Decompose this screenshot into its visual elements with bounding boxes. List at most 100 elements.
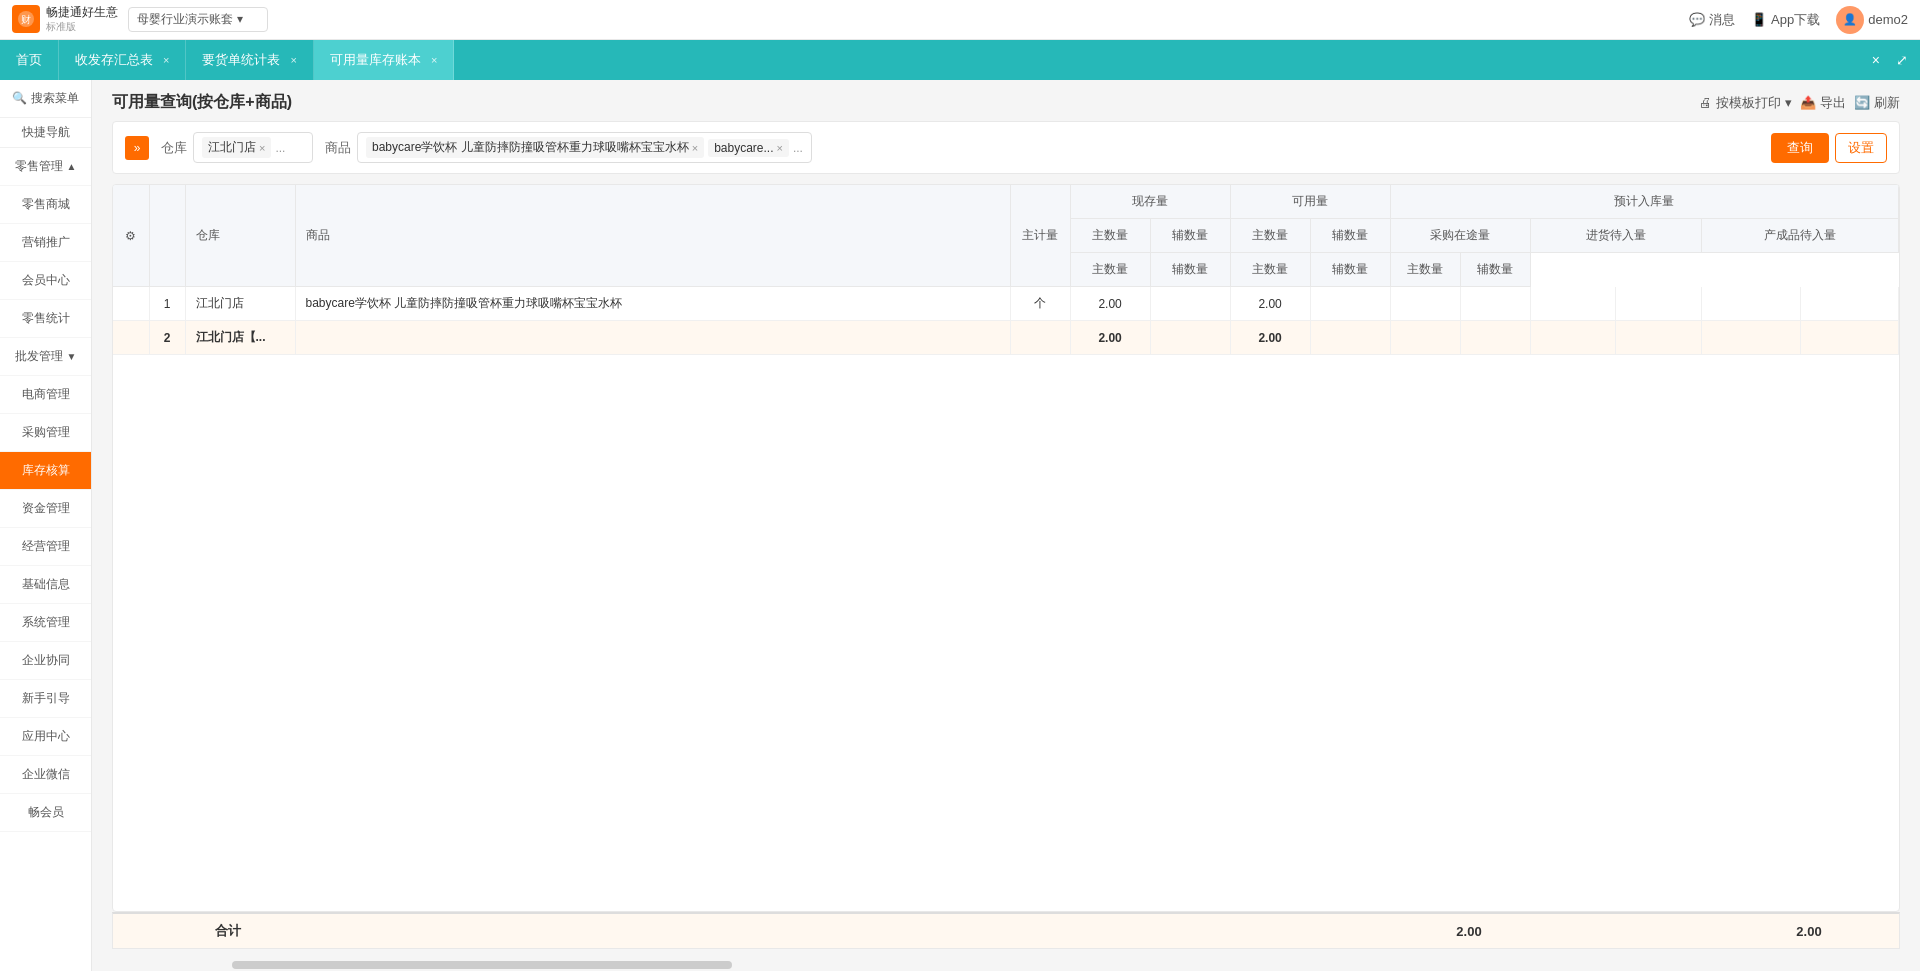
refresh-button[interactable]: 🔄 刷新 <box>1854 94 1900 112</box>
row1-no: 1 <box>149 287 185 321</box>
sidebar-new-guide-label: 新手引导 <box>22 690 70 707</box>
subtotal-purchase-aux <box>1460 321 1530 355</box>
industry-selector[interactable]: 母婴行业演示账套 ▾ <box>128 7 268 32</box>
subtotal-available-aux <box>1310 321 1390 355</box>
sidebar-item-retail-stats[interactable]: 零售统计 <box>0 300 91 338</box>
export-button[interactable]: 📤 导出 <box>1800 94 1846 112</box>
sidebar-item-inventory-check[interactable]: 库存核算 <box>0 452 91 490</box>
sidebar-item-retail-mall[interactable]: 零售商城 <box>0 186 91 224</box>
sidebar-item-finance-mgmt[interactable]: 资金管理 <box>0 490 91 528</box>
sidebar-retail-mgmt-arrow: ▲ <box>67 161 77 172</box>
tab-close-all-button[interactable]: × <box>1868 48 1884 72</box>
th-available-group: 可用量 <box>1230 185 1390 219</box>
setting-button[interactable]: 设置 <box>1835 133 1887 163</box>
subtotal-product-main <box>1702 321 1800 355</box>
subtotal-goods-main <box>1530 321 1616 355</box>
user-profile[interactable]: 👤 demo2 <box>1836 6 1908 34</box>
subtotal-product <box>295 321 1010 355</box>
sidebar: 🔍 搜索菜单 快捷导航 零售管理 ▲ 零售商城 营销推广 会员中心 零售统计 批… <box>0 80 92 971</box>
product-more-button[interactable]: ... <box>793 141 803 155</box>
sidebar-item-marketing[interactable]: 营销推广 <box>0 224 91 262</box>
tab-receipt-summary-close[interactable]: × <box>163 54 169 66</box>
tab-expand-button[interactable]: ⤢ <box>1892 48 1912 72</box>
query-button[interactable]: 查询 <box>1771 133 1829 163</box>
sidebar-item-app-center[interactable]: 应用中心 <box>0 718 91 756</box>
product-tag-close[interactable]: × <box>692 142 698 154</box>
warehouse-tag-close[interactable]: × <box>259 142 265 154</box>
row1-gear <box>113 287 149 321</box>
table-footer: 合计 2.00 2.00 <box>112 912 1900 949</box>
printer-icon: 🖨 <box>1699 95 1712 110</box>
logo-icon: 财 <box>12 5 40 33</box>
tab-home-label: 首页 <box>16 51 42 69</box>
product-tag: babycare学饮杯 儿童防摔防撞吸管杯重力球吸嘴杯宝宝水杯 × <box>366 137 704 158</box>
th-product: 商品 <box>295 185 1010 287</box>
sidebar-item-member[interactable]: 畅会员 <box>0 794 91 832</box>
product-tag2: babycare... × <box>708 139 789 157</box>
tab-available-ledger-close[interactable]: × <box>431 54 437 66</box>
product-tag2-close[interactable]: × <box>777 142 783 154</box>
sidebar-item-enterprise-wechat[interactable]: 企业微信 <box>0 756 91 794</box>
th-purchase-main: 主数量 <box>1070 253 1150 287</box>
sidebar-item-purchase-mgmt[interactable]: 采购管理 <box>0 414 91 452</box>
filter-bar: » 仓库 江北门店 × ... 商品 babycare学饮杯 儿童防摔防撞吸管杯… <box>112 121 1900 174</box>
app-download-button[interactable]: 📱 App下载 <box>1751 11 1820 29</box>
sidebar-search[interactable]: 🔍 搜索菜单 <box>0 80 91 118</box>
sidebar-ecommerce-label: 电商管理 <box>22 386 70 403</box>
sidebar-item-enterprise-collab[interactable]: 企业协同 <box>0 642 91 680</box>
message-button[interactable]: 💬 消息 <box>1689 11 1735 29</box>
industry-label: 母婴行业演示账套 <box>137 11 233 28</box>
th-purchase-aux: 辅数量 <box>1150 253 1230 287</box>
sidebar-item-ecommerce-mgmt[interactable]: 电商管理 <box>0 376 91 414</box>
product-filter-input[interactable]: babycare学饮杯 儿童防摔防撞吸管杯重力球吸嘴杯宝宝水杯 × babyca… <box>357 132 812 163</box>
page-header: 可用量查询(按仓库+商品) 🖨 按模板打印 ▾ 📤 导出 🔄 刷新 <box>92 80 1920 121</box>
product-tag2-value: babycare... <box>714 141 773 155</box>
sidebar-item-wholesale-mgmt[interactable]: 批发管理 ▼ <box>0 338 91 376</box>
tab-nav: 首页 收发存汇总表 × 要货单统计表 × 可用量库存账本 × × ⤢ <box>0 40 1920 80</box>
sidebar-item-retail-mgmt[interactable]: 零售管理 ▲ <box>0 148 91 186</box>
tab-receipt-summary[interactable]: 收发存汇总表 × <box>59 40 186 80</box>
table-container[interactable]: ⚙ 仓库 商品 主计量 现存量 可用量 预计入库量 主数量 辅数量 主数量 辅数… <box>112 184 1900 912</box>
th-stock-group: 现存量 <box>1070 185 1230 219</box>
sidebar-item-system-mgmt[interactable]: 系统管理 <box>0 604 91 642</box>
logo-text-block: 畅捷通好生意 标准版 <box>46 5 118 33</box>
sidebar-purchase-label: 采购管理 <box>22 424 70 441</box>
refresh-icon: 🔄 <box>1854 95 1870 110</box>
sidebar-enterprise-wechat-label: 企业微信 <box>22 766 70 783</box>
sidebar-quick-nav[interactable]: 快捷导航 <box>0 118 91 148</box>
tab-order-stats[interactable]: 要货单统计表 × <box>186 40 313 80</box>
filter-toggle-button[interactable]: » <box>125 136 149 160</box>
row1-warehouse: 江北门店 <box>185 287 295 321</box>
warehouse-filter-input[interactable]: 江北门店 × ... <box>193 132 313 163</box>
sidebar-item-member-center[interactable]: 会员中心 <box>0 262 91 300</box>
sidebar-wholesale-arrow: ▼ <box>67 351 77 362</box>
tab-nav-actions: × ⤢ <box>1868 48 1920 72</box>
th-stock-aux: 辅数量 <box>1150 219 1230 253</box>
sidebar-item-new-guide[interactable]: 新手引导 <box>0 680 91 718</box>
sidebar-member-label: 畅会员 <box>28 804 64 821</box>
total-stock-main: 2.00 <box>1209 924 1729 939</box>
sidebar-item-ops-mgmt[interactable]: 经营管理 <box>0 528 91 566</box>
th-warehouse: 仓库 <box>185 185 295 287</box>
refresh-label: 刷新 <box>1874 94 1900 112</box>
warehouse-more-button[interactable]: ... <box>275 141 285 155</box>
top-bar-right: 💬 消息 📱 App下载 👤 demo2 <box>1689 6 1908 34</box>
tab-order-stats-close[interactable]: × <box>290 54 296 66</box>
total-label: 合计 <box>215 922 241 940</box>
row1-available-main: 2.00 <box>1230 287 1310 321</box>
row1-goods-main <box>1530 287 1616 321</box>
tab-available-ledger[interactable]: 可用量库存账本 × <box>314 40 454 80</box>
logo-main-text: 畅捷通好生意 <box>46 5 118 19</box>
th-goods-aux: 辅数量 <box>1310 253 1390 287</box>
table-row: 1 江北门店 babycare学饮杯 儿童防摔防撞吸管杯重力球吸嘴杯宝宝水杯 个… <box>113 287 1899 321</box>
bottom-scroll-area[interactable] <box>112 959 1900 971</box>
sidebar-item-basic-info[interactable]: 基础信息 <box>0 566 91 604</box>
sidebar-quick-nav-label: 快捷导航 <box>22 125 70 139</box>
template-print-button[interactable]: 🖨 按模板打印 ▾ <box>1699 94 1792 112</box>
sidebar-basic-label: 基础信息 <box>22 576 70 593</box>
subtotal-purchase-main <box>1390 321 1460 355</box>
warehouse-filter-label: 仓库 <box>161 139 187 157</box>
tab-home[interactable]: 首页 <box>0 40 59 80</box>
subtotal-stock-aux <box>1150 321 1230 355</box>
bottom-scroll-thumb[interactable] <box>232 961 732 969</box>
